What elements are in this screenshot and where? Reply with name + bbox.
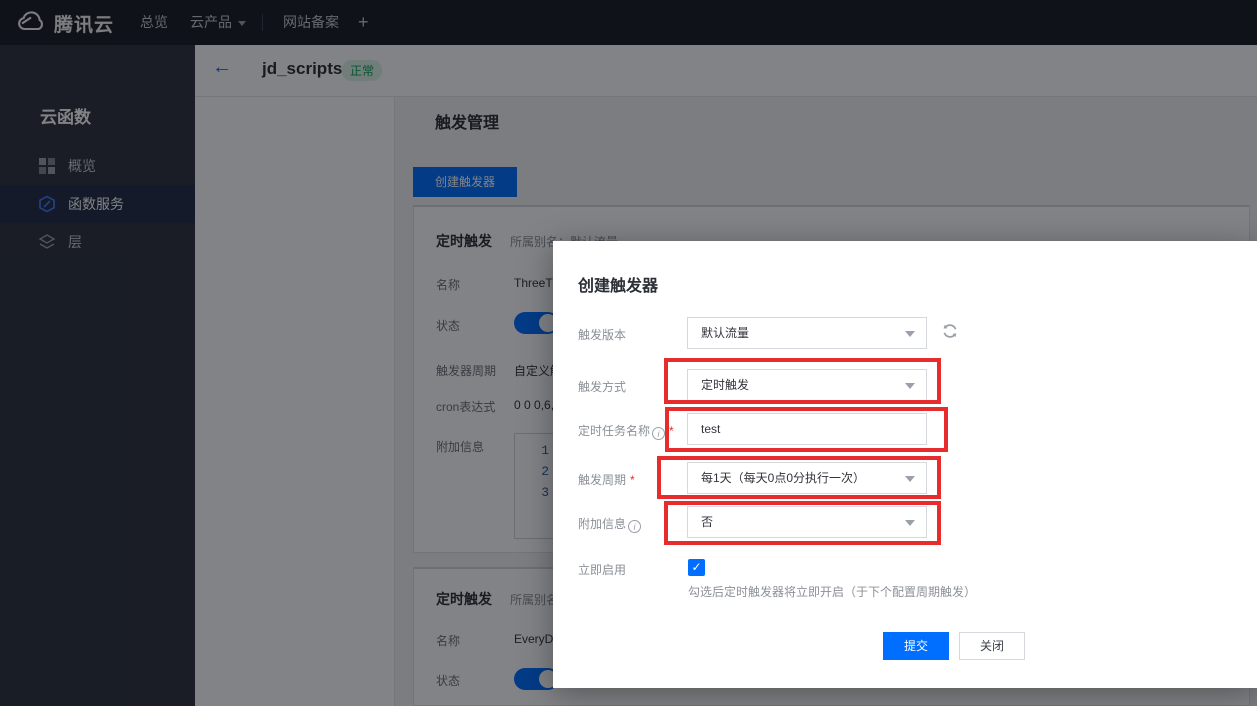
required-asterisk: * <box>630 473 635 487</box>
extra-info-select[interactable]: 否 <box>687 506 927 538</box>
field-label: 触发版本 <box>578 326 626 343</box>
trigger-method-select[interactable]: 定时触发 <box>687 369 927 401</box>
field-label: 立即启用 <box>578 561 626 578</box>
chevron-down-icon <box>905 476 915 482</box>
field-label: 附加信息i <box>578 515 641 533</box>
field-label: 触发周期* <box>578 471 635 488</box>
task-name-input[interactable]: test <box>687 413 927 445</box>
info-icon[interactable]: i <box>628 520 641 533</box>
trigger-cycle-select[interactable]: 每1天（每天0点0分执行一次） <box>687 462 927 494</box>
modal-title: 创建触发器 <box>578 272 658 296</box>
trigger-version-select[interactable]: 默认流量 <box>687 317 927 349</box>
close-button[interactable]: 关闭 <box>959 632 1025 660</box>
field-label: 触发方式 <box>578 378 626 395</box>
required-asterisk: * <box>669 424 674 438</box>
create-trigger-modal: 创建触发器 触发版本 默认流量 触发方式 定时触发 定时任务名称i* test … <box>553 241 1257 688</box>
chevron-down-icon <box>905 331 915 337</box>
info-icon[interactable]: i <box>652 427 665 440</box>
chevron-down-icon <box>905 520 915 526</box>
enable-now-checkbox-checked[interactable]: ✓ <box>688 559 705 576</box>
chevron-down-icon <box>905 383 915 389</box>
refresh-icon[interactable] <box>941 322 959 340</box>
enable-hint-text: 勾选后定时触发器将立即开启（于下个配置周期触发） <box>688 583 976 600</box>
submit-button[interactable]: 提交 <box>883 632 949 660</box>
field-label: 定时任务名称i* <box>578 422 674 440</box>
